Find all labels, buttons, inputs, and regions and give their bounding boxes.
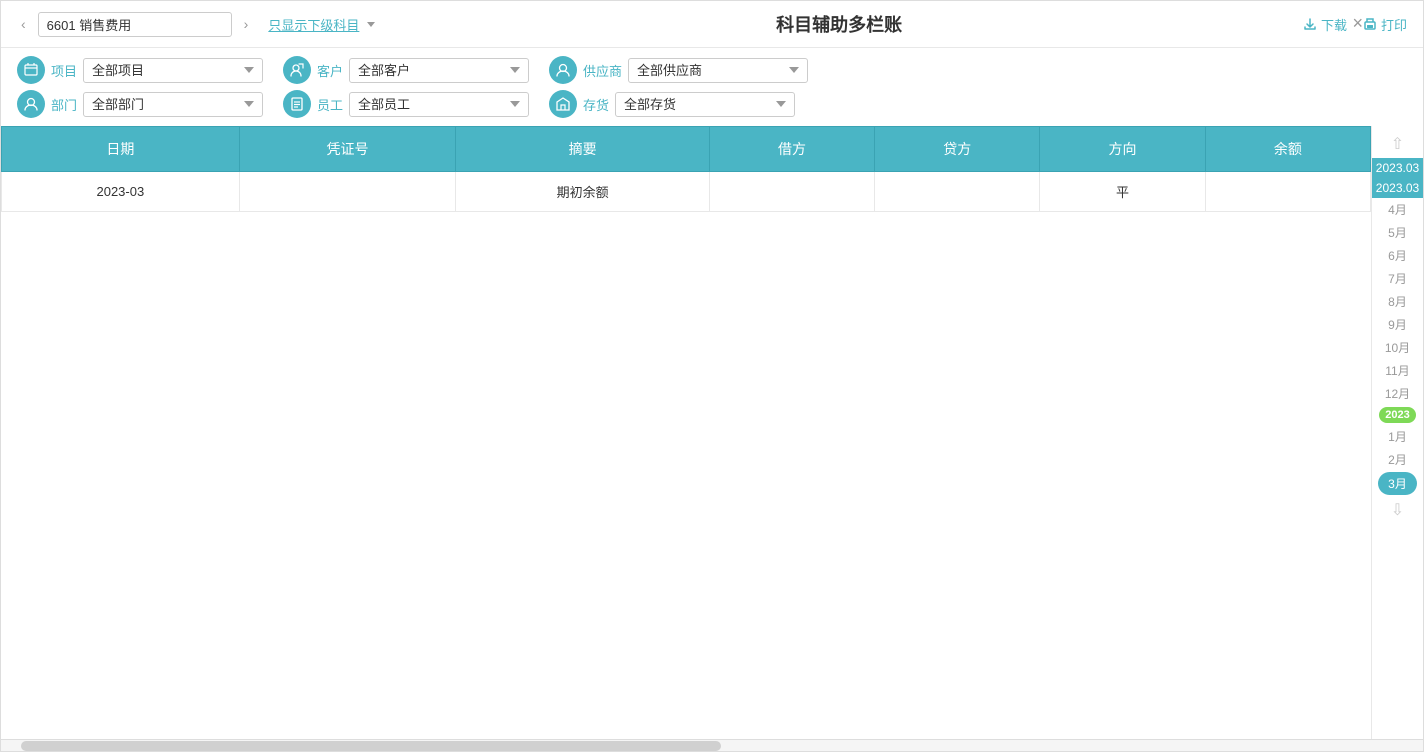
close-button[interactable]: × xyxy=(1352,13,1363,34)
top-bar: ‹ 6601 销售费用 › 只显示下级科目 科目辅助多栏账 下载 打印 xyxy=(1,1,1423,48)
timeline-year-badge[interactable]: 2023 xyxy=(1379,407,1415,423)
department-select[interactable]: 全部部门 xyxy=(83,92,263,117)
show-sub-button[interactable]: 只显示下级科目 xyxy=(268,15,375,34)
cell-summary: 期初余额 xyxy=(456,172,709,212)
print-label: 打印 xyxy=(1381,15,1407,34)
main-container: × ‹ 6601 销售费用 › 只显示下级科目 科目辅助多栏账 下载 打印 xyxy=(0,0,1424,752)
download-icon xyxy=(1303,17,1317,31)
employee-svg-icon xyxy=(290,97,304,111)
content-area: 日期 凭证号 摘要 借方 贷方 方向 余额 2023-03 期初余额 xyxy=(1,126,1423,739)
filter-inventory: 存货 全部存货 xyxy=(549,90,795,118)
inventory-select[interactable]: 全部存货 xyxy=(615,92,795,117)
timeline-down-button[interactable]: ⇩ xyxy=(1387,496,1408,524)
table-area: 日期 凭证号 摘要 借方 贷方 方向 余额 2023-03 期初余额 xyxy=(1,126,1371,739)
employee-icon xyxy=(283,90,311,118)
page-title: 科目辅助多栏账 xyxy=(383,11,1295,37)
timeline-item-9[interactable]: 9月 xyxy=(1372,313,1423,336)
timeline-item-2023-03-second[interactable]: 2023.03 xyxy=(1372,178,1423,198)
timeline-item-2[interactable]: 2月 xyxy=(1372,448,1423,471)
supplier-label: 供应商 xyxy=(583,61,622,80)
filters-wrapper: 项目 全部项目 客户 全部客户 xyxy=(1,48,1423,126)
employee-select[interactable]: 全部员工 xyxy=(349,92,529,117)
col-balance: 余额 xyxy=(1205,127,1370,172)
cell-credit xyxy=(875,172,1040,212)
col-direction: 方向 xyxy=(1040,127,1205,172)
employee-label: 员工 xyxy=(317,95,343,114)
timeline-item-12[interactable]: 12月 xyxy=(1372,382,1423,405)
customer-icon xyxy=(283,56,311,84)
timeline-item-7[interactable]: 7月 xyxy=(1372,267,1423,290)
customer-label: 客户 xyxy=(317,61,343,80)
col-voucher: 凭证号 xyxy=(239,127,456,172)
project-select[interactable]: 全部项目 xyxy=(83,58,263,83)
col-summary: 摘要 xyxy=(456,127,709,172)
scroll-bottom xyxy=(1,739,1423,751)
filter-supplier: 供应商 全部供应商 xyxy=(549,56,808,84)
project-icon xyxy=(17,56,45,84)
cell-debit xyxy=(709,172,874,212)
inventory-icon xyxy=(549,90,577,118)
timeline-item-2023-03-first[interactable]: 2023.03 xyxy=(1372,158,1423,178)
download-button[interactable]: 下载 xyxy=(1303,15,1347,34)
department-svg-icon xyxy=(24,97,38,111)
table-body: 2023-03 期初余额 平 xyxy=(2,172,1371,212)
cell-direction: 平 xyxy=(1040,172,1205,212)
timeline-item-8[interactable]: 8月 xyxy=(1372,290,1423,313)
filter-department: 部门 全部部门 xyxy=(17,90,263,118)
download-label: 下载 xyxy=(1321,15,1347,34)
inventory-svg-icon xyxy=(556,97,570,111)
prev-account-button[interactable]: ‹ xyxy=(17,14,30,34)
print-button[interactable]: 打印 xyxy=(1363,15,1407,34)
cell-balance xyxy=(1205,172,1370,212)
print-icon xyxy=(1363,17,1377,31)
filter-project: 项目 全部项目 xyxy=(17,56,263,84)
cell-voucher xyxy=(239,172,456,212)
project-svg-icon xyxy=(24,63,38,77)
timeline-up-button[interactable]: ⇧ xyxy=(1387,130,1408,158)
timeline-item-10[interactable]: 10月 xyxy=(1372,336,1423,359)
customer-svg-icon xyxy=(290,63,304,77)
next-account-button[interactable]: › xyxy=(240,14,253,34)
col-credit: 贷方 xyxy=(875,127,1040,172)
supplier-icon xyxy=(549,56,577,84)
department-icon xyxy=(17,90,45,118)
timeline-item-5[interactable]: 5月 xyxy=(1372,221,1423,244)
account-code-input[interactable]: 6601 销售费用 xyxy=(38,12,232,37)
timeline-item-3-active[interactable]: 3月 xyxy=(1378,472,1417,495)
timeline-item-11[interactable]: 11月 xyxy=(1372,359,1423,382)
filter-customer: 客户 全部客户 xyxy=(283,56,529,84)
col-date: 日期 xyxy=(2,127,240,172)
table-header: 日期 凭证号 摘要 借方 贷方 方向 余额 xyxy=(2,127,1371,172)
timeline-item-4[interactable]: 4月 xyxy=(1372,198,1423,221)
col-debit: 借方 xyxy=(709,127,874,172)
cell-date: 2023-03 xyxy=(2,172,240,212)
scroll-track[interactable] xyxy=(21,741,721,751)
filter-row-1: 项目 全部项目 客户 全部客户 xyxy=(17,56,1407,84)
customer-select[interactable]: 全部客户 xyxy=(349,58,529,83)
data-table: 日期 凭证号 摘要 借方 贷方 方向 余额 2023-03 期初余额 xyxy=(1,126,1371,212)
show-sub-label: 只显示下级科目 xyxy=(268,15,359,34)
chevron-down-icon xyxy=(367,22,375,27)
filter-employee: 员工 全部员工 xyxy=(283,90,529,118)
timeline-item-6[interactable]: 6月 xyxy=(1372,244,1423,267)
supplier-select[interactable]: 全部供应商 xyxy=(628,58,808,83)
timeline-panel: ⇧ 2023.03 2023.03 4月 5月 6月 7月 8月 9月 10月 … xyxy=(1371,126,1423,739)
table-row: 2023-03 期初余额 平 xyxy=(2,172,1371,212)
department-label: 部门 xyxy=(51,95,77,114)
timeline-item-1[interactable]: 1月 xyxy=(1372,425,1423,448)
supplier-svg-icon xyxy=(556,63,570,77)
filter-row-2: 部门 全部部门 员工 全部员工 xyxy=(17,90,1407,118)
inventory-label: 存货 xyxy=(583,95,609,114)
project-label: 项目 xyxy=(51,61,77,80)
